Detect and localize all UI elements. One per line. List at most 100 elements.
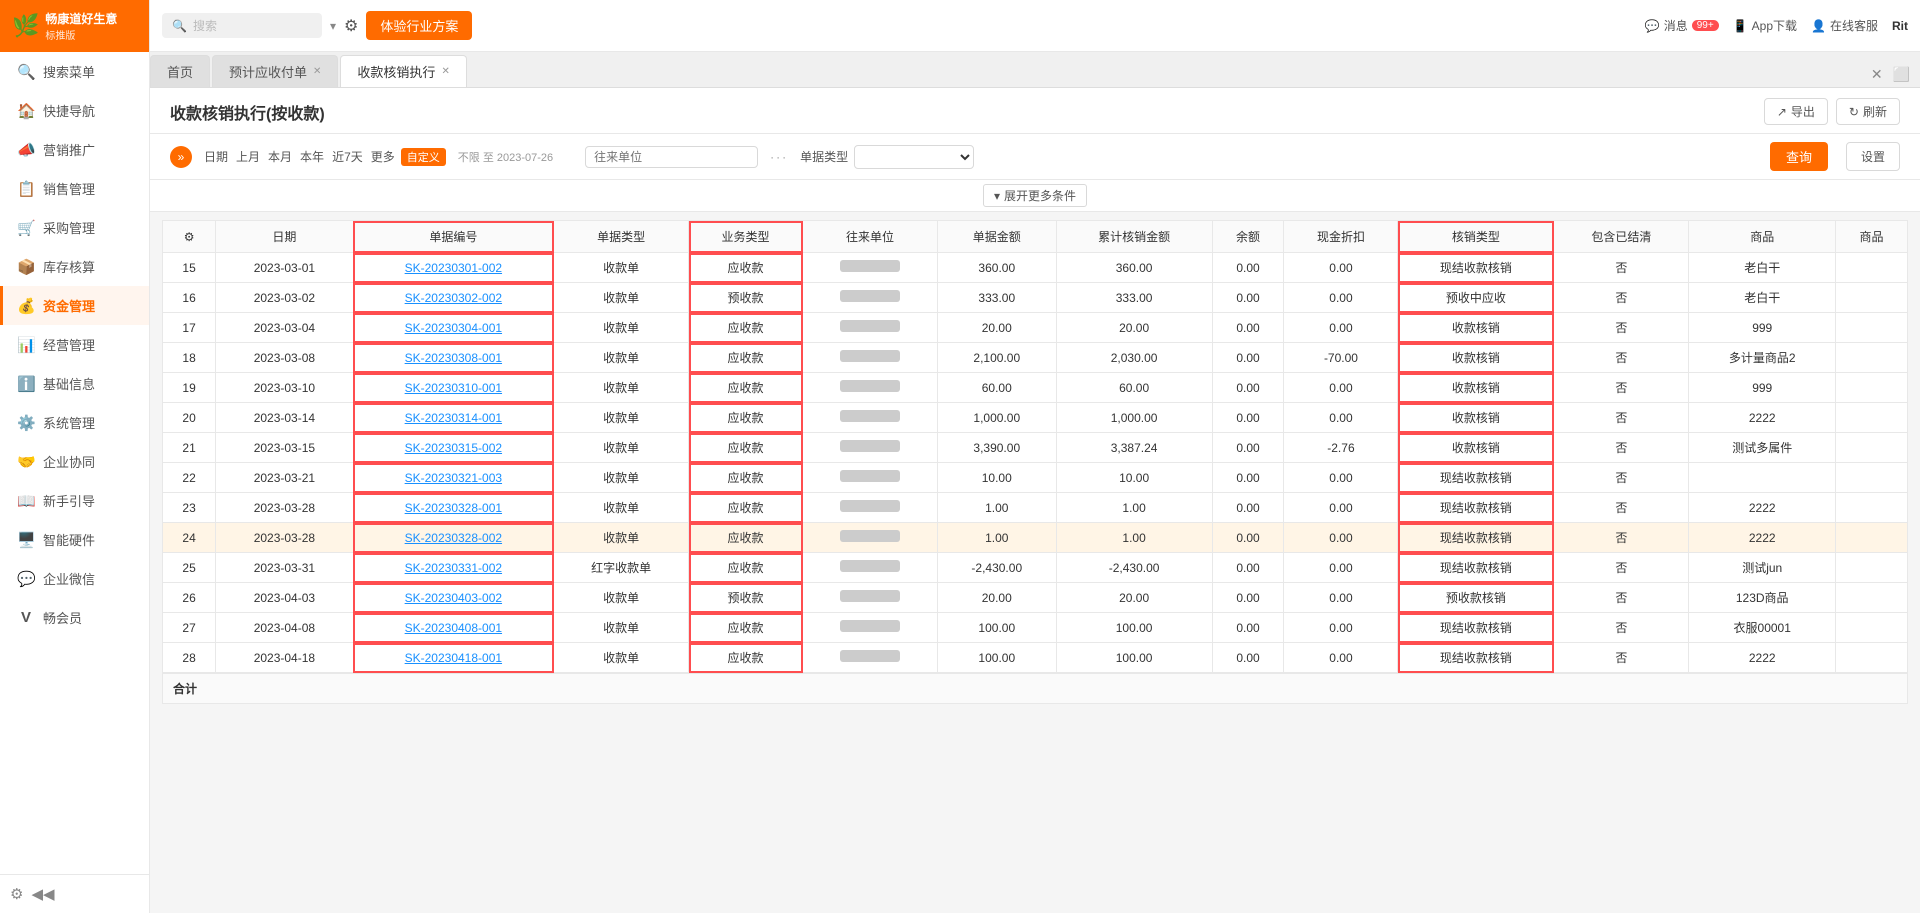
settings-icon[interactable]: ⚙ xyxy=(10,885,23,903)
td-doc-no[interactable]: SK-20230308-001 xyxy=(353,343,554,373)
tab-close-all-icon[interactable]: ✕ xyxy=(1871,66,1883,83)
table-header-row: ⚙ 日期 单据编号 单据类型 业务类型 往来单位 单据金额 累计核销金额 余额 … xyxy=(163,221,1908,253)
query-button[interactable]: 查询 xyxy=(1770,142,1828,171)
user-item[interactable]: Rit xyxy=(1892,19,1908,33)
search-icon: 🔍 xyxy=(17,63,35,81)
doc-no-link[interactable]: SK-20230321-003 xyxy=(405,471,502,485)
collapse-icon[interactable]: ◀◀ xyxy=(31,885,54,903)
filter-date-7days[interactable]: 近7天 xyxy=(330,148,365,166)
td-partner xyxy=(803,283,938,313)
td-doc-no[interactable]: SK-20230403-002 xyxy=(353,583,554,613)
filter-date-range: 不限 至 2023-07-26 xyxy=(458,149,553,165)
table-row: 282023-04-18SK-20230418-001收款单应收款100.001… xyxy=(163,643,1908,674)
sidebar-item-enterprise[interactable]: 🤝企业协同 xyxy=(0,442,149,481)
td-biz-type: 应收款 xyxy=(689,493,803,523)
filter-date-more[interactable]: 更多 xyxy=(369,148,397,166)
td-doc-no[interactable]: SK-20230304-001 xyxy=(353,313,554,343)
tab-hexiao[interactable]: 收款核销执行 ✕ xyxy=(340,55,466,87)
td-doc-no[interactable]: SK-20230302-002 xyxy=(353,283,554,313)
td-doc-no[interactable]: SK-20230315-002 xyxy=(353,433,554,463)
td-biz-type: 预收款 xyxy=(689,283,803,313)
doc-no-link[interactable]: SK-20230328-001 xyxy=(405,501,502,515)
sidebar-bottom: ⚙ ◀◀ xyxy=(0,874,149,913)
sidebar-item-marketing[interactable]: 📣营销推广 xyxy=(0,130,149,169)
user-label: Rit xyxy=(1892,19,1908,33)
td-cumulative: 333.00 xyxy=(1056,283,1212,313)
th-balance: 余额 xyxy=(1212,221,1284,253)
td-doc-no[interactable]: SK-20230328-001 xyxy=(353,493,554,523)
td-cumulative: 360.00 xyxy=(1056,253,1212,283)
doc-no-link[interactable]: SK-20230408-001 xyxy=(405,621,502,635)
filter-date-this-year[interactable]: 本年 xyxy=(298,148,326,166)
td-date: 2023-03-28 xyxy=(216,493,353,523)
td-doc-type: 收款单 xyxy=(554,373,689,403)
td-doc-no[interactable]: SK-20230301-002 xyxy=(353,253,554,283)
dropdown-arrow[interactable]: ▾ xyxy=(330,19,336,33)
doc-no-link[interactable]: SK-20230328-002 xyxy=(405,531,502,545)
th-date: 日期 xyxy=(216,221,353,253)
main-area: 🔍 搜索 ▾ ⚙ 体验行业方案 💬 消息 99+ 📱 App下载 👤 xyxy=(150,0,1920,913)
app-download-item[interactable]: 📱 App下载 xyxy=(1733,17,1797,34)
filter-date-links: 上月 本月 本年 近7天 更多 自定义 xyxy=(234,148,446,166)
td-doc-no[interactable]: SK-20230310-001 xyxy=(353,373,554,403)
filter-date-this-month[interactable]: 本月 xyxy=(266,148,294,166)
top-bar-left: 🔍 搜索 ▾ ⚙ 体验行业方案 xyxy=(162,11,1635,40)
doc-no-link[interactable]: SK-20230331-002 xyxy=(405,561,502,575)
doc-no-link[interactable]: SK-20230310-001 xyxy=(405,381,502,395)
tab-yingshou[interactable]: 预计应收付单 ✕ xyxy=(212,55,338,87)
solution-button[interactable]: 体验行业方案 xyxy=(366,11,472,40)
doc-no-link[interactable]: SK-20230308-001 xyxy=(405,351,502,365)
td-doc-no[interactable]: SK-20230314-001 xyxy=(353,403,554,433)
expand-more-label: 展开更多条件 xyxy=(1004,187,1076,204)
sidebar-item-search[interactable]: 🔍搜索菜单 xyxy=(0,52,149,91)
td-doc-no[interactable]: SK-20230321-003 xyxy=(353,463,554,493)
tab-home[interactable]: 首页 xyxy=(150,55,210,87)
sidebar-item-purchase[interactable]: 🛒采购管理 xyxy=(0,208,149,247)
filter-expand-button[interactable]: » xyxy=(170,146,192,168)
tab-maximize-icon[interactable]: ⬜ xyxy=(1893,66,1910,83)
td-balance: 0.00 xyxy=(1212,283,1284,313)
filter-partner-input[interactable] xyxy=(585,146,758,168)
tab-yingshou-close[interactable]: ✕ xyxy=(313,66,321,77)
sidebar-item-guide[interactable]: 📖新手引导 xyxy=(0,481,149,520)
expand-more-button[interactable]: ▾ 展开更多条件 xyxy=(983,184,1087,207)
td-doc-no[interactable]: SK-20230328-002 xyxy=(353,523,554,553)
sidebar-item-basic[interactable]: ℹ️基础信息 xyxy=(0,364,149,403)
td-doc-no[interactable]: SK-20230408-001 xyxy=(353,613,554,643)
sidebar-item-hardware[interactable]: 🖥️智能硬件 xyxy=(0,520,149,559)
td-cumulative: 100.00 xyxy=(1056,643,1212,674)
refresh-icon: ↻ xyxy=(1849,105,1859,119)
sidebar-item-wechat[interactable]: 💬企业微信 xyxy=(0,559,149,598)
sidebar-item-inventory[interactable]: 📦库存核算 xyxy=(0,247,149,286)
doc-no-link[interactable]: SK-20230304-001 xyxy=(405,321,502,335)
doc-no-link[interactable]: SK-20230302-002 xyxy=(405,291,502,305)
td-doc-no[interactable]: SK-20230331-002 xyxy=(353,553,554,583)
filter-date-custom[interactable]: 自定义 xyxy=(401,148,446,166)
sidebar-item-finance[interactable]: 💰资金管理 xyxy=(0,286,149,325)
refresh-button[interactable]: ↻ 刷新 xyxy=(1836,98,1900,125)
sidebar-item-sales[interactable]: 📋销售管理 xyxy=(0,169,149,208)
table-footer-row: 合计 xyxy=(163,673,1908,704)
sidebar-item-operations[interactable]: 📊经营管理 xyxy=(0,325,149,364)
filter-doctype-select[interactable] xyxy=(854,145,974,169)
filter-date-last-month[interactable]: 上月 xyxy=(234,148,262,166)
search-bar[interactable]: 🔍 搜索 xyxy=(162,13,322,38)
doc-no-link[interactable]: SK-20230314-001 xyxy=(405,411,502,425)
tab-hexiao-close[interactable]: ✕ xyxy=(441,66,449,77)
sidebar-item-member[interactable]: V畅会员 xyxy=(0,598,149,637)
sidebar-item-system[interactable]: ⚙️系统管理 xyxy=(0,403,149,442)
table-row: 262023-04-03SK-20230403-002收款单预收款20.0020… xyxy=(163,583,1908,613)
topbar-settings-icon[interactable]: ⚙ xyxy=(344,16,358,36)
messages-item[interactable]: 💬 消息 99+ xyxy=(1645,17,1719,34)
td-cash-discount: 0.00 xyxy=(1284,463,1398,493)
online-service-item[interactable]: 👤 在线客服 xyxy=(1811,17,1878,34)
td-doc-no[interactable]: SK-20230418-001 xyxy=(353,643,554,674)
doc-no-link[interactable]: SK-20230418-001 xyxy=(405,651,502,665)
doc-no-link[interactable]: SK-20230301-002 xyxy=(405,261,502,275)
td-cumulative: 20.00 xyxy=(1056,313,1212,343)
doc-no-link[interactable]: SK-20230315-002 xyxy=(405,441,502,455)
filter-settings-button[interactable]: 设置 xyxy=(1846,142,1900,171)
doc-no-link[interactable]: SK-20230403-002 xyxy=(405,591,502,605)
sidebar-item-quicknav[interactable]: 🏠快捷导航 xyxy=(0,91,149,130)
export-button[interactable]: ↗ 导出 xyxy=(1764,98,1828,125)
